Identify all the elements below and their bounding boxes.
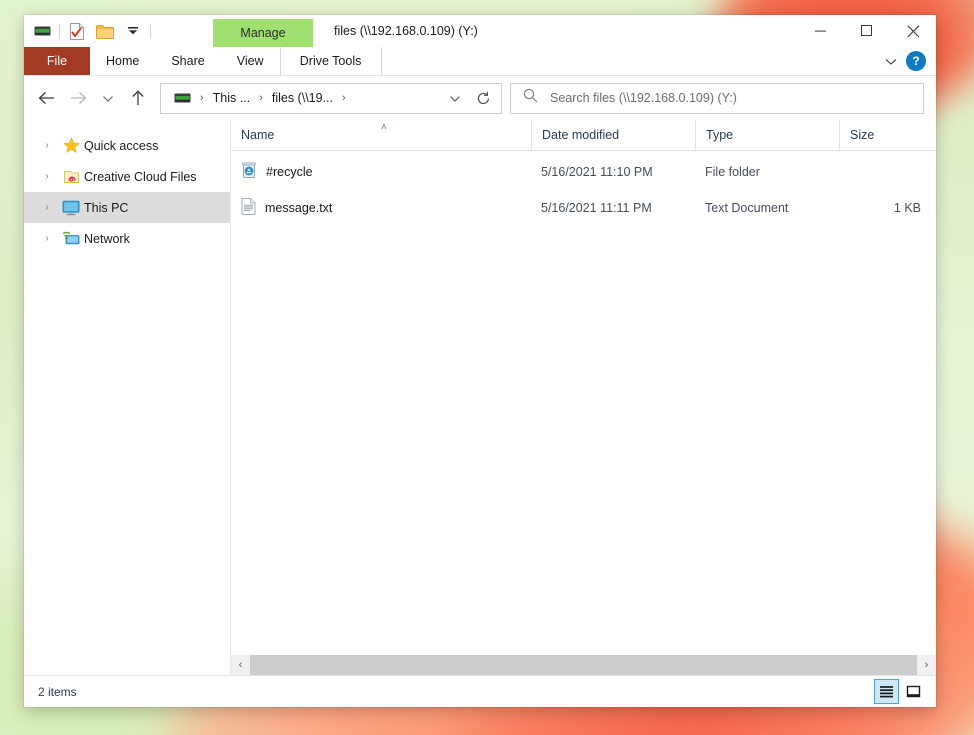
file-size-cell xyxy=(839,154,935,190)
sidebar-item-label: Quick access xyxy=(84,138,159,153)
status-bar: 2 items xyxy=(24,675,936,707)
title-bar: Manage files (\\192.168.0.109) (Y:) xyxy=(24,15,936,47)
breadcrumb-separator[interactable]: › xyxy=(197,92,207,104)
file-size-cell: 1 KB xyxy=(893,201,921,215)
scroll-right-button[interactable]: › xyxy=(917,655,936,675)
table-row[interactable]: #recycle 5/16/2021 11:10 PM File folder xyxy=(231,154,936,190)
window-controls xyxy=(798,15,936,47)
file-list: #recycle 5/16/2021 11:10 PM File folder xyxy=(231,151,936,655)
text-document-icon xyxy=(241,198,256,218)
ribbon-tab-strip: File Home Share View Drive Tools ? xyxy=(24,47,936,76)
toolbar-separator xyxy=(59,23,60,39)
file-date-cell: 5/16/2021 11:11 PM xyxy=(541,201,652,215)
breadcrumb-separator-2[interactable]: › xyxy=(256,92,266,104)
breadcrumb: › This ... › files (\\19... › xyxy=(161,89,441,107)
file-explorer-window: Manage files (\\192.168.0.109) (Y:) File… xyxy=(24,15,936,707)
sidebar-item-label: This PC xyxy=(84,200,129,215)
close-button[interactable] xyxy=(890,15,936,47)
contextual-tab-manage[interactable]: Manage xyxy=(213,19,313,47)
large-icons-view-button[interactable] xyxy=(901,679,926,704)
contextual-tab-group: Manage xyxy=(213,15,313,47)
maximize-button[interactable] xyxy=(844,15,890,47)
breadcrumb-separator-3[interactable]: › xyxy=(339,92,349,104)
column-header-type[interactable]: Type xyxy=(695,120,839,150)
search-input[interactable]: Search files (\\192.168.0.109) (Y:) xyxy=(550,91,737,105)
tab-home[interactable]: Home xyxy=(90,47,155,75)
chevron-down-icon[interactable] xyxy=(122,20,144,42)
tab-drive-tools[interactable]: Drive Tools xyxy=(279,47,382,75)
properties-icon[interactable] xyxy=(66,20,88,42)
sidebar-item-label: Network xyxy=(84,231,130,246)
file-name-cell[interactable]: message.txt xyxy=(231,190,531,226)
details-view-button[interactable] xyxy=(874,679,899,704)
scrollbar-thumb[interactable] xyxy=(250,655,917,675)
item-count-label: 2 items xyxy=(38,684,77,699)
column-header-date-modified[interactable]: Date modified xyxy=(531,120,695,150)
column-header-size[interactable]: Size xyxy=(839,120,935,150)
file-list-pane: Name ˄ Date modified Type Size #recycle … xyxy=(230,120,936,675)
search-box[interactable]: Search files (\\192.168.0.109) (Y:) xyxy=(510,82,924,114)
ribbon-right-controls: ? xyxy=(880,47,936,75)
network-icon xyxy=(58,231,84,247)
monitor-icon xyxy=(58,200,84,216)
search-icon xyxy=(523,88,538,108)
horizontal-scrollbar[interactable]: ‹ › xyxy=(231,655,936,675)
chevron-right-icon[interactable]: › xyxy=(36,171,58,182)
address-bar[interactable]: › This ... › files (\\19... › xyxy=(160,82,502,114)
tab-file[interactable]: File xyxy=(24,47,90,75)
up-button[interactable] xyxy=(122,82,154,114)
network-drive-icon[interactable] xyxy=(31,20,53,42)
column-header-row: Name ˄ Date modified Type Size xyxy=(231,120,936,151)
network-drive-icon[interactable] xyxy=(169,89,196,107)
sidebar-item-label: Creative Cloud Files xyxy=(84,169,197,184)
column-header-name[interactable]: Name ˄ xyxy=(231,120,531,150)
table-row[interactable]: message.txt 5/16/2021 11:11 PM Text Docu… xyxy=(231,190,936,226)
sidebar-item-creative-cloud-files[interactable]: › Creative Cloud Files xyxy=(24,161,230,192)
explorer-body: › Quick access › Creative Cloud Files › … xyxy=(24,120,936,675)
view-mode-buttons xyxy=(874,679,926,704)
breadcrumb-item-files[interactable]: files (\\19... xyxy=(267,89,338,107)
scrollbar-track[interactable] xyxy=(250,655,917,675)
chevron-right-icon[interactable]: › xyxy=(36,140,58,151)
file-date-cell: 5/16/2021 11:10 PM xyxy=(541,165,653,179)
toolbar-separator-2 xyxy=(150,23,151,39)
creative-cloud-icon xyxy=(58,169,84,185)
tab-view[interactable]: View xyxy=(221,47,280,75)
sidebar-item-quick-access[interactable]: › Quick access xyxy=(24,130,230,161)
file-type-cell: File folder xyxy=(705,165,760,179)
navigation-pane: › Quick access › Creative Cloud Files › … xyxy=(24,120,230,675)
chevron-right-icon[interactable]: › xyxy=(36,233,58,244)
sort-ascending-icon: ˄ xyxy=(381,122,387,133)
help-icon[interactable]: ? xyxy=(906,51,926,71)
chevron-right-icon[interactable]: › xyxy=(36,202,58,213)
refresh-button[interactable] xyxy=(469,85,497,112)
recent-locations-button[interactable] xyxy=(94,82,122,114)
scroll-left-button[interactable]: ‹ xyxy=(231,655,250,675)
new-folder-icon[interactable] xyxy=(94,20,116,42)
window-title: files (\\192.168.0.109) (Y:) xyxy=(334,24,478,38)
file-name-label: #recycle xyxy=(266,165,313,179)
chevron-down-icon[interactable] xyxy=(880,50,902,72)
file-name-cell[interactable]: #recycle xyxy=(231,154,531,190)
quick-access-toolbar xyxy=(24,15,151,47)
address-dropdown-button[interactable] xyxy=(441,85,469,112)
star-icon xyxy=(58,137,84,154)
recycle-bin-icon xyxy=(241,162,257,182)
back-button[interactable] xyxy=(30,82,62,114)
sidebar-item-this-pc[interactable]: › This PC xyxy=(24,192,230,223)
address-bar-controls xyxy=(441,85,501,112)
sidebar-item-network[interactable]: › Network xyxy=(24,223,230,254)
breadcrumb-item-this-pc[interactable]: This ... xyxy=(208,89,256,107)
tab-share[interactable]: Share xyxy=(155,47,220,75)
address-bar-row: › This ... › files (\\19... › Search fil… xyxy=(24,76,936,120)
forward-button[interactable] xyxy=(62,82,94,114)
column-header-name-label: Name xyxy=(241,128,275,142)
minimize-button[interactable] xyxy=(798,15,844,47)
file-type-cell: Text Document xyxy=(705,201,789,215)
file-name-label: message.txt xyxy=(265,201,333,215)
